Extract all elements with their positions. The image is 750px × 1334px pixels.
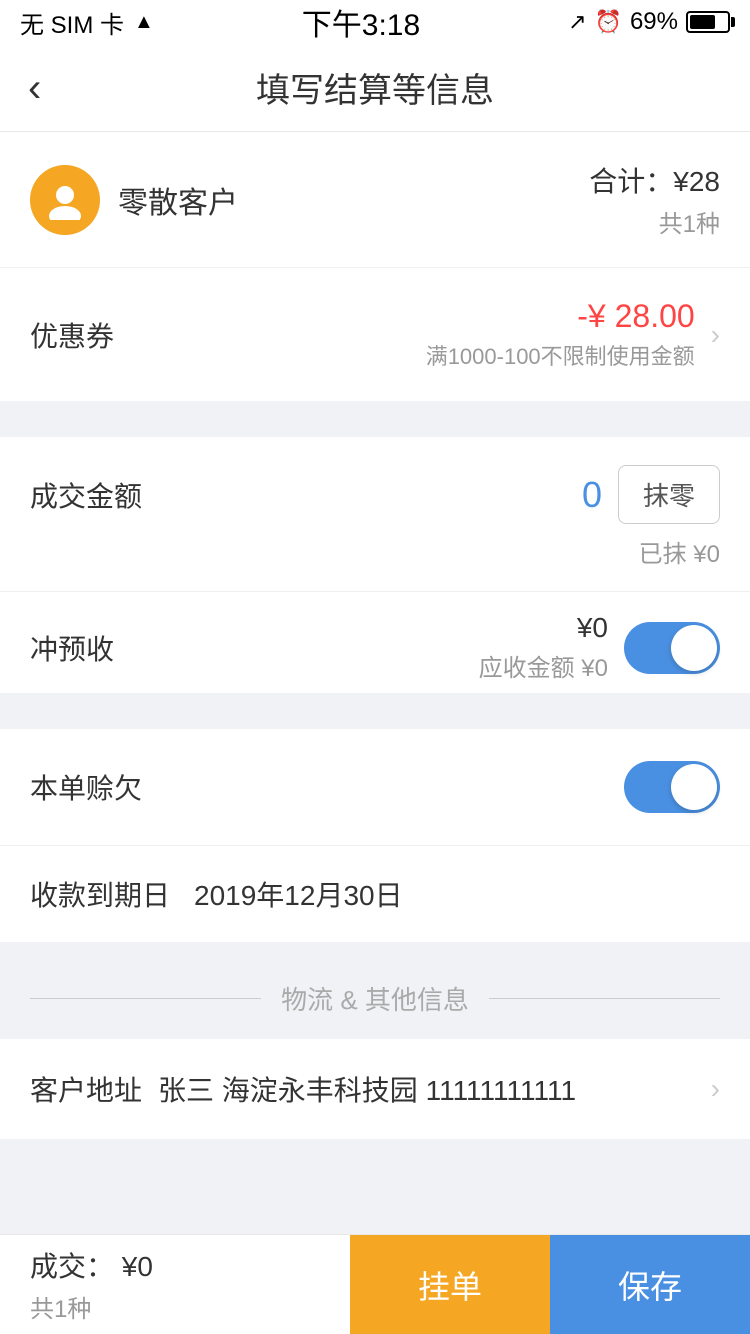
credit-row: 本单赊欠: [0, 729, 750, 845]
save-button[interactable]: 保存: [550, 1235, 750, 1334]
pending-button[interactable]: 挂单: [350, 1235, 550, 1334]
battery-percent: 69%: [630, 8, 678, 36]
prepay-value: ¥0: [479, 612, 608, 644]
coupon-desc: 满1000-100不限制使用金额: [426, 339, 695, 371]
status-bar: 无 SIM 卡 ▲ 下午3:18 ↗ ⏰ 69%: [0, 0, 750, 44]
logistics-header: 物流 & 其他信息: [0, 958, 750, 1039]
coupon-row[interactable]: 优惠券 -¥ 28.00 满1000-100不限制使用金额 ›: [0, 267, 750, 401]
battery-icon: [686, 11, 730, 33]
due-date-value: 2019年12月30日: [194, 874, 403, 914]
coupon-label: 优惠券: [30, 315, 114, 355]
avatar: [30, 165, 100, 235]
nav-bar: ‹ 填写结算等信息: [0, 44, 750, 132]
round-off-button[interactable]: 抹零: [618, 465, 720, 524]
toggle-knob: [671, 625, 717, 671]
address-chevron-icon: ›: [711, 1073, 720, 1105]
credit-toggle[interactable]: [624, 761, 720, 813]
due-date-row: 收款到期日 2019年12月30日: [0, 845, 750, 942]
customer-name: 零散客户: [118, 178, 238, 222]
address-label: 客户地址: [30, 1069, 142, 1109]
wifi-icon: ▲: [134, 11, 154, 34]
logistics-label: 物流 & 其他信息: [281, 980, 469, 1017]
bottom-info: 成交： ¥0 共1种: [0, 1245, 350, 1324]
amount-sub: 已抹 ¥0: [0, 534, 750, 591]
amount-row: 成交金额 0 抹零: [0, 437, 750, 534]
prepay-row: 冲预收 ¥0 应收金额 ¥0: [0, 591, 750, 693]
location-icon: ↗: [568, 9, 586, 35]
due-date-label: 收款到期日: [30, 874, 170, 914]
bottom-bar: 成交： ¥0 共1种 挂单 保存: [0, 1234, 750, 1334]
credit-section: 本单赊欠 收款到期日 2019年12月30日: [0, 729, 750, 942]
address-section: 客户地址 张三 海淀永丰科技园 11111111111 ›: [0, 1039, 750, 1139]
credit-label: 本单赊欠: [30, 767, 142, 807]
amount-section: 成交金额 0 抹零 已抹 ¥0 冲预收 ¥0 应收金额 ¥0: [0, 437, 750, 693]
chevron-right-icon: ›: [711, 319, 720, 351]
customer-total: 合计：¥28 共1种: [589, 160, 720, 239]
prepay-sub: 应收金额 ¥0: [479, 648, 608, 683]
alarm-icon: ⏰: [595, 9, 622, 35]
logistics-line-right: [489, 998, 720, 999]
coupon-discount: -¥ 28.00: [426, 298, 695, 335]
customer-section: 零散客户 合计：¥28 共1种 优惠券 -¥ 28.00 满1000-100不限…: [0, 132, 750, 401]
prepay-toggle[interactable]: [624, 622, 720, 674]
customer-row: 零散客户 合计：¥28 共1种: [0, 132, 750, 267]
carrier-text: 无 SIM 卡: [20, 5, 124, 40]
amount-label: 成交金额: [30, 475, 142, 515]
coupon-right: -¥ 28.00 满1000-100不限制使用金额 ›: [426, 298, 720, 371]
bottom-trans-label: 成交：: [30, 1251, 114, 1282]
amount-value: 0: [582, 474, 602, 516]
logistics-line-left: [30, 998, 261, 999]
section-divider-1: [0, 417, 750, 437]
address-row[interactable]: 客户地址 张三 海淀永丰科技园 11111111111 ›: [0, 1039, 750, 1139]
bottom-trans-value: ¥0: [122, 1251, 153, 1282]
total-count: 共1种: [589, 204, 720, 239]
address-value: 张三 海淀永丰科技园 11111111111: [158, 1069, 705, 1109]
credit-toggle-knob: [671, 764, 717, 810]
content: 零散客户 合计：¥28 共1种 优惠券 -¥ 28.00 满1000-100不限…: [0, 132, 750, 1275]
bottom-count: 共1种: [30, 1289, 320, 1324]
total-amount: 合计：¥28: [589, 160, 720, 200]
time-display: 下午3:18: [302, 0, 420, 44]
prepay-label: 冲预收: [30, 628, 114, 668]
section-divider-2: [0, 709, 750, 729]
nav-title: 填写结算等信息: [256, 63, 494, 112]
bottom-transaction: 成交： ¥0: [30, 1245, 320, 1285]
back-button[interactable]: ‹: [28, 68, 41, 108]
